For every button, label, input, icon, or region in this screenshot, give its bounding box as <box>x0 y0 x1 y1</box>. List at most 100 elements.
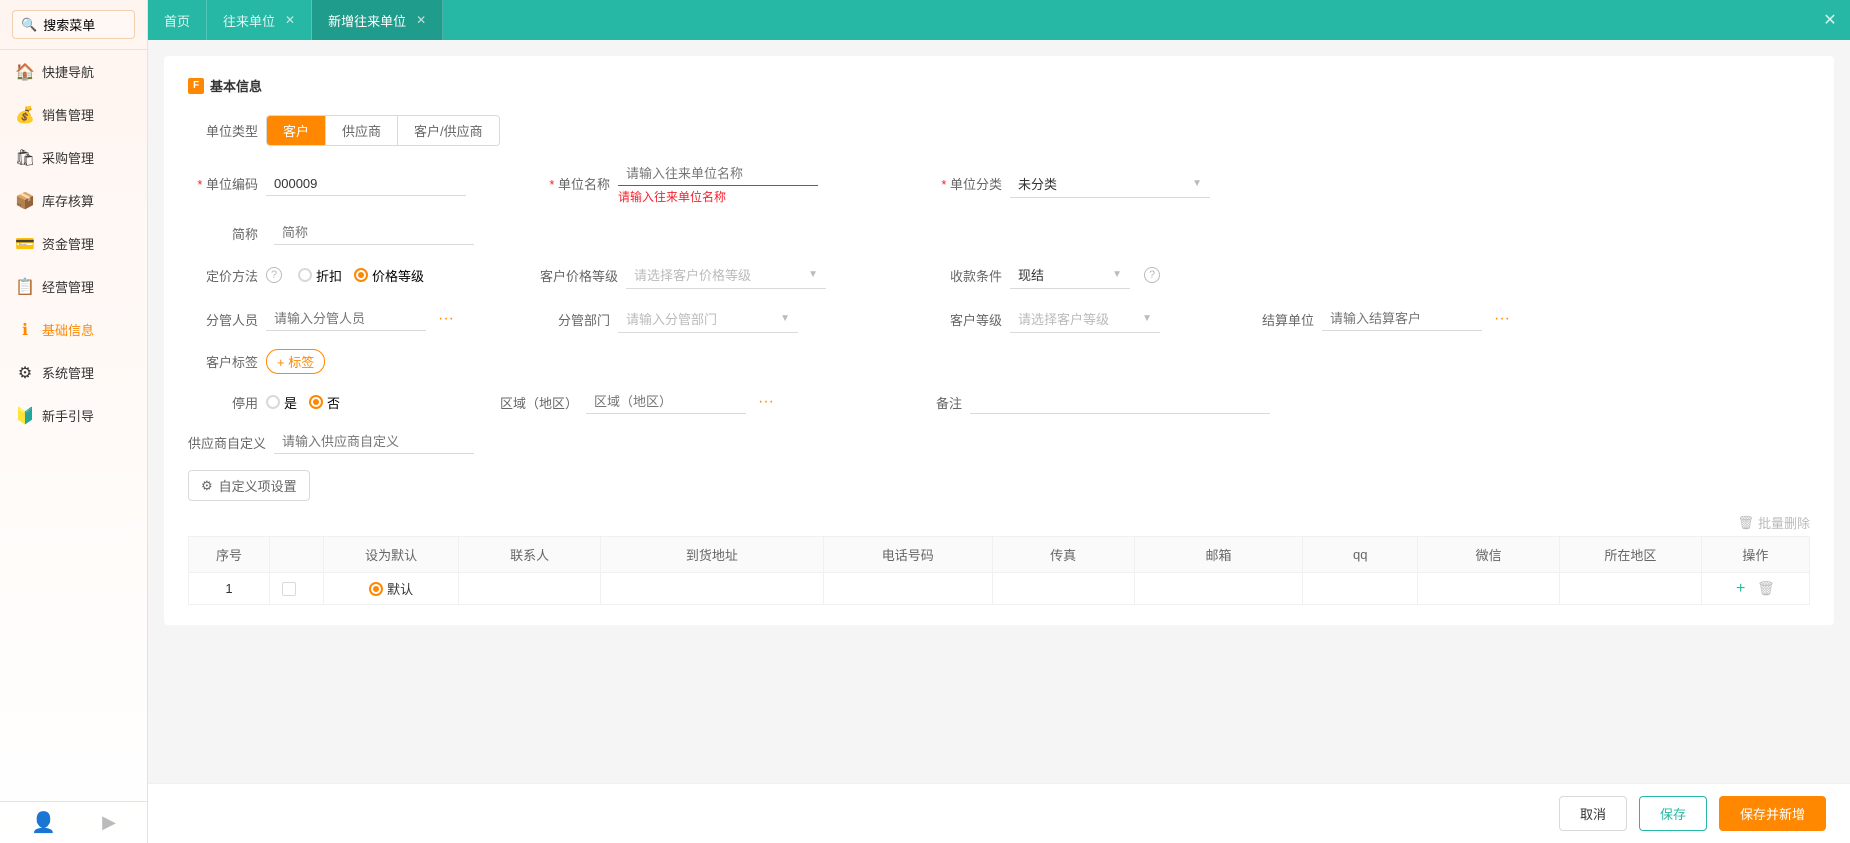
th-phone: 电话号码 <box>823 537 992 573</box>
region-more-button[interactable]: ··· <box>754 393 778 411</box>
settlement-more-button[interactable]: ··· <box>1490 310 1514 328</box>
tab-partner[interactable]: 往来单位 ✕ <box>207 0 312 40</box>
contact-input[interactable] <box>490 581 570 596</box>
sidebar-expand-icon[interactable]: ▶ <box>102 812 116 833</box>
region-input[interactable] <box>586 390 746 414</box>
sidebar-item-inventory-label: 库存核算 <box>42 191 94 210</box>
cell-contact[interactable] <box>459 573 601 605</box>
cell-address[interactable] <box>600 573 823 605</box>
sidebar-item-quicknav[interactable]: 🏠 快捷导航 <box>0 50 147 93</box>
pricing-method-group: 定价方法 ? 折扣 价格等级 <box>188 266 508 285</box>
inventory-icon: 📦 <box>16 192 34 210</box>
payment-terms-select[interactable]: 现结 ▼ <box>1010 261 1130 289</box>
th-default: 设为默认 <box>324 537 459 573</box>
settlement-input[interactable] <box>1322 307 1482 331</box>
unit-type-supplier-button[interactable]: 供应商 <box>326 116 398 145</box>
manager-group: 分管人员 ··· <box>188 307 508 331</box>
tab-new-partner-label: 新增往来单位 <box>328 11 406 30</box>
tab-new-partner-close[interactable]: ✕ <box>416 13 426 27</box>
manager-input[interactable] <box>266 307 426 331</box>
action-bar: 取消 保存 保存并新增 <box>148 783 1850 843</box>
cancel-button[interactable]: 取消 <box>1559 796 1627 831</box>
sidebar-item-inventory[interactable]: 📦 库存核算 <box>0 179 147 222</box>
row-default-radio-option[interactable]: 默认 <box>336 579 446 598</box>
note-input[interactable] <box>970 390 1270 414</box>
cell-phone[interactable] <box>823 573 992 605</box>
custom-settings-button[interactable]: ⚙ 自定义项设置 <box>188 470 310 501</box>
unit-code-input[interactable] <box>266 172 466 196</box>
disabled-yes-radio <box>266 395 280 409</box>
customer-level-select[interactable]: 请选择客户等级 ▼ <box>1010 305 1160 333</box>
save-button[interactable]: 保存 <box>1639 796 1707 831</box>
tab-home[interactable]: 首页 <box>148 0 207 40</box>
qq-input[interactable] <box>1330 581 1390 596</box>
cell-qq[interactable] <box>1303 573 1418 605</box>
tab-partner-close[interactable]: ✕ <box>285 13 295 27</box>
row-checkbox[interactable] <box>282 582 296 596</box>
fax-input[interactable] <box>1023 581 1103 596</box>
customer-price-select[interactable]: 请选择客户价格等级 ▼ <box>626 261 826 289</box>
email-input[interactable] <box>1168 581 1268 596</box>
payment-terms-help-icon[interactable]: ? <box>1144 267 1160 283</box>
cell-email[interactable] <box>1134 573 1303 605</box>
wechat-input[interactable] <box>1449 581 1529 596</box>
row-add-button[interactable]: + <box>1732 580 1749 597</box>
th-checkbox <box>270 537 324 573</box>
sidebar-item-basic-info[interactable]: ℹ 基础信息 <box>0 308 147 351</box>
disabled-yes-option[interactable]: 是 <box>266 393 297 412</box>
unit-type-customer-button[interactable]: 客户 <box>267 116 326 145</box>
cell-wechat[interactable] <box>1418 573 1560 605</box>
unit-name-error: 请输入往来单位名称 <box>618 188 818 205</box>
customer-price-label: 客户价格等级 <box>540 266 618 285</box>
dept-select[interactable]: 请输入分管部门 ▼ <box>618 305 798 333</box>
unit-category-select[interactable]: 未分类 ▼ <box>1010 170 1210 198</box>
save-and-add-button[interactable]: 保存并新增 <box>1719 796 1826 831</box>
sidebar-item-purchase[interactable]: 🛍 采购管理 <box>0 136 147 179</box>
manager-more-button[interactable]: ··· <box>434 310 458 328</box>
tab-new-partner[interactable]: 新增往来单位 ✕ <box>312 0 443 40</box>
cell-region[interactable] <box>1560 573 1702 605</box>
pricing-help-icon[interactable]: ? <box>266 267 282 283</box>
batch-delete-button[interactable]: 🗑 批量删除 <box>1737 513 1810 532</box>
abbr-input[interactable] <box>274 221 474 245</box>
payment-terms-group: 收款条件 现结 ▼ ? <box>932 261 1212 289</box>
region-cell-input[interactable] <box>1590 581 1670 596</box>
pricing-discount-option[interactable]: 折扣 <box>298 266 342 285</box>
disabled-no-option[interactable]: 否 <box>309 393 340 412</box>
basic-info-icon: ℹ <box>16 321 34 339</box>
sidebar-item-guide-label: 新手引导 <box>42 406 94 425</box>
disabled-group: 停用 是 否 <box>188 393 468 412</box>
note-label: 备注 <box>892 393 962 412</box>
sidebar-item-operations[interactable]: 📋 经营管理 <box>0 265 147 308</box>
cell-fax[interactable] <box>992 573 1134 605</box>
batch-delete-section: 🗑 批量删除 <box>188 513 1810 532</box>
dept-arrow-icon: ▼ <box>780 313 790 324</box>
table-header-row: 序号 设为默认 联系人 到货地址 电话号码 传真 邮箱 qq 微信 所在地区 操… <box>189 537 1810 573</box>
pricing-discount-radio <box>298 268 312 282</box>
sidebar-item-guide[interactable]: 🔰 新手引导 <box>0 394 147 437</box>
phone-input[interactable] <box>858 581 958 596</box>
unit-type-both-button[interactable]: 客户/供应商 <box>398 116 499 145</box>
abbr-group: 简称 <box>188 221 474 245</box>
row-delete-button[interactable]: 🗑 <box>1753 580 1779 596</box>
sidebar-user-icon[interactable]: 👤 <box>31 810 56 835</box>
address-input[interactable] <box>642 581 782 596</box>
add-tag-button[interactable]: + 标签 <box>266 349 325 374</box>
sidebar-item-system[interactable]: ⚙ 系统管理 <box>0 351 147 394</box>
supplier-custom-input[interactable] <box>274 430 474 454</box>
customer-tag-label: 客户标签 <box>188 352 258 371</box>
pricing-grade-option[interactable]: 价格等级 <box>354 266 424 285</box>
sidebar-item-finance-label: 资金管理 <box>42 234 94 253</box>
sidebar-item-sales[interactable]: 💰 销售管理 <box>0 93 147 136</box>
sales-icon: 💰 <box>16 106 34 124</box>
search-menu-button[interactable]: 🔍 搜索菜单 <box>12 10 135 39</box>
window-close-button[interactable]: ✕ <box>1810 0 1850 40</box>
customer-level-group: 客户等级 请选择客户等级 ▼ <box>932 305 1212 333</box>
unit-name-input[interactable] <box>618 162 818 186</box>
delete-icon: 🗑 <box>1737 515 1754 531</box>
sidebar-bottom: 👤 ▶ <box>0 801 147 843</box>
dept-group: 分管部门 请输入分管部门 ▼ <box>540 305 900 333</box>
sidebar-item-basic-info-label: 基础信息 <box>42 320 94 339</box>
sidebar-item-finance[interactable]: 💳 资金管理 <box>0 222 147 265</box>
unit-type-label: 单位类型 <box>188 121 258 140</box>
